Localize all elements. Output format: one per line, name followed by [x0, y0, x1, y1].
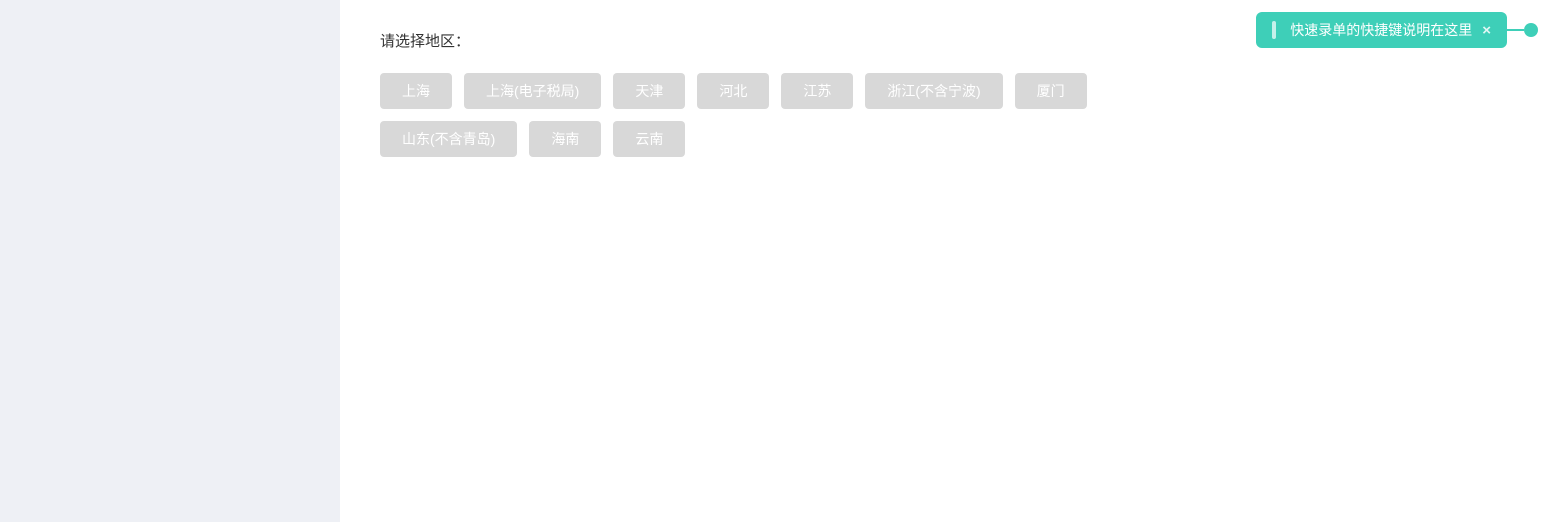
- tooltip-text: 快速录单的快捷键说明在这里: [1290, 20, 1472, 40]
- region-button-hebei[interactable]: 河北: [697, 73, 769, 109]
- left-sidebar: [0, 0, 340, 522]
- region-button-zhejiang[interactable]: 浙江(不含宁波): [865, 73, 1002, 109]
- region-button-shanghai[interactable]: 上海: [380, 73, 452, 109]
- region-button-shanghai-etax[interactable]: 上海(电子税局): [464, 73, 601, 109]
- region-row-2: 山东(不含青岛) 海南云南: [380, 121, 1522, 157]
- region-button-shandong[interactable]: 山东(不含青岛): [380, 121, 517, 157]
- region-button-jiangsu[interactable]: 江苏: [781, 73, 853, 109]
- main-content: 请选择地区： 上海上海(电子税局)天津河北江苏浙江(不含宁波)厦门 山东(不含青…: [340, 0, 1562, 522]
- connector-line: [1504, 29, 1524, 31]
- tooltip-badge: 快速录单的快捷键说明在这里 ×: [1256, 12, 1507, 48]
- region-button-yunnan[interactable]: 云南: [613, 121, 685, 157]
- tooltip-bar: [1272, 21, 1276, 39]
- region-row-1: 上海上海(电子税局) 天津河北江苏浙江(不含宁波) 厦门: [380, 73, 1522, 109]
- region-button-tianjin[interactable]: 天津: [613, 73, 685, 109]
- tooltip-close-button[interactable]: ×: [1482, 22, 1491, 39]
- region-button-xiamen[interactable]: 厦门: [1015, 73, 1087, 109]
- tooltip-dot: [1524, 23, 1538, 37]
- region-button-hainan[interactable]: 海南: [529, 121, 601, 157]
